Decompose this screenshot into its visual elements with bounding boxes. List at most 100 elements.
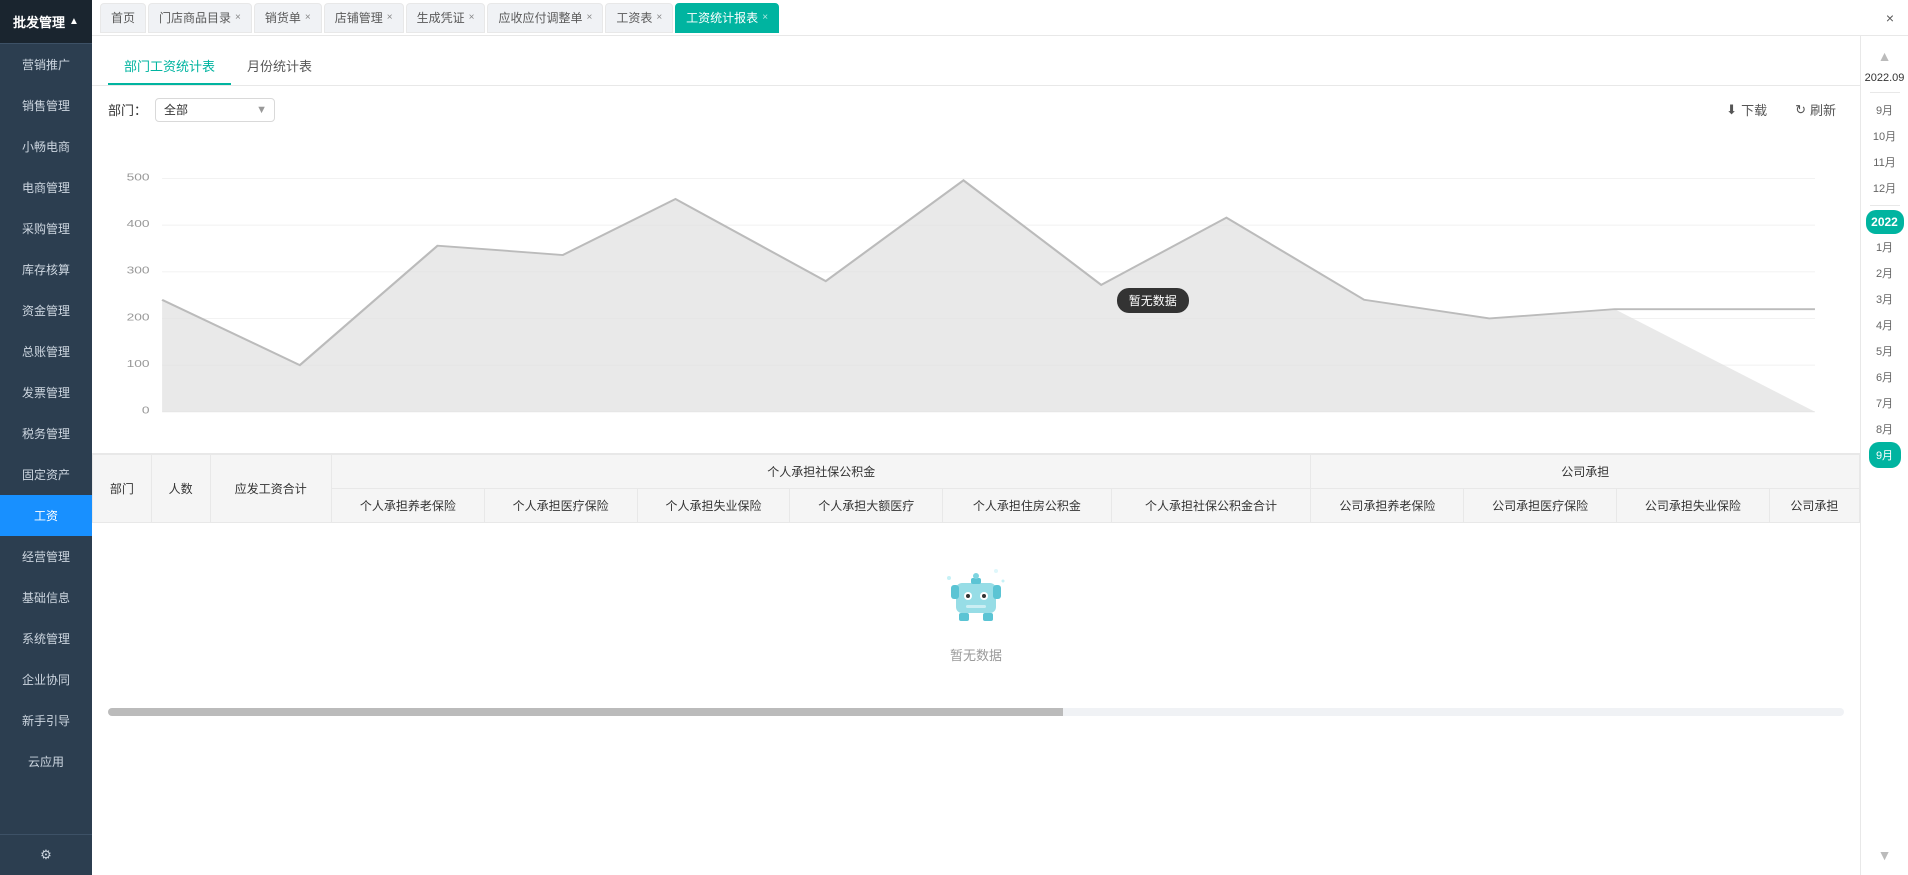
col-personal-insurance: 个人承担社保公积金	[331, 455, 1310, 489]
tabs-container: 首页门店商品目录×销货单×店铺管理×生成凭证×应收应付调整单×工资表×工资统计报…	[100, 3, 779, 33]
sidebar-item-ecommerce-small[interactable]: 小畅电商	[0, 126, 92, 167]
tab-label-sales-order: 销货单	[265, 9, 301, 26]
page-content: 部门工资统计表月份统计表 部门： 全部 ▼ ⬇ 下载	[92, 36, 1860, 875]
sidebar-item-system[interactable]: 系统管理	[0, 618, 92, 659]
sidebar-header[interactable]: 批发管理 ▲	[0, 0, 92, 44]
empty-label: 暂无数据	[950, 645, 1002, 664]
col-c-other: 公司承担	[1769, 489, 1859, 523]
svg-text:500: 500	[127, 171, 150, 183]
timeline-month-mar[interactable]: 3月	[1861, 286, 1908, 312]
timeline-divider-top	[1870, 92, 1900, 93]
tab-label-ar-ap: 应收应付调整单	[498, 9, 582, 26]
timeline-month-oct[interactable]: 10月	[1861, 123, 1908, 149]
tab-sales-order[interactable]: 销货单 ×	[254, 3, 322, 33]
toolbar-left: 部门： 全部 ▼	[108, 98, 275, 122]
sidebar-item-finance[interactable]: 资金管理	[0, 290, 92, 331]
timeline-month-jul[interactable]: 7月	[1861, 390, 1908, 416]
sidebar-footer[interactable]: ⚙	[0, 834, 92, 875]
close-all-button[interactable]: ×	[1880, 8, 1900, 28]
tab-product-catalog[interactable]: 门店商品目录×	[148, 3, 252, 33]
chart-container: 0 100 200 300 400 500	[92, 133, 1860, 453]
tab-close-ar-ap[interactable]: ×	[586, 12, 592, 23]
timeline-month-aug[interactable]: 8月	[1861, 416, 1908, 442]
tab-close-voucher[interactable]: ×	[469, 12, 475, 23]
tab-voucher[interactable]: 生成凭证×	[406, 3, 486, 33]
timeline-month-apr[interactable]: 4月	[1861, 312, 1908, 338]
refresh-button[interactable]: ↻ 刷新	[1787, 96, 1844, 123]
timeline-down-icon[interactable]: ▼	[1874, 843, 1896, 867]
sidebar-title: 批发管理	[13, 12, 65, 31]
tab-home[interactable]: 首页	[100, 3, 146, 33]
svg-text:100: 100	[127, 358, 150, 370]
timeline-month-sep-active[interactable]: 9月	[1869, 442, 1901, 468]
sidebar-item-ecommerce[interactable]: 电商管理	[0, 167, 92, 208]
dept-select-wrapper: 全部 ▼	[155, 98, 275, 122]
tab-bar-actions: ×	[1880, 8, 1900, 28]
sidebar-item-payroll[interactable]: 工资	[0, 495, 92, 536]
tab-payroll-table[interactable]: 工资表×	[605, 3, 673, 33]
sidebar-items: 营销推广销售管理小畅电商电商管理采购管理库存核算资金管理总账管理发票管理税务管理…	[0, 44, 92, 782]
timeline-month-nov[interactable]: 11月	[1861, 149, 1908, 175]
sidebar-item-guide[interactable]: 新手引导	[0, 700, 92, 741]
timeline-month-jan[interactable]: 1月	[1861, 234, 1908, 260]
sidebar-item-purchase[interactable]: 采购管理	[0, 208, 92, 249]
col-dept: 部门	[93, 455, 152, 523]
tab-label-payroll-report: 工资统计报表	[686, 9, 758, 26]
col-p-total: 个人承担社保公积金合计	[1111, 489, 1311, 523]
timeline-month-jun[interactable]: 6月	[1861, 364, 1908, 390]
svg-text:400: 400	[127, 218, 150, 230]
tab-payroll-report[interactable]: 工资统计报表 ×	[675, 3, 779, 33]
timeline-month-feb[interactable]: 2月	[1861, 260, 1908, 286]
tab-close-product-catalog[interactable]: ×	[235, 12, 241, 23]
sidebar-item-fixed-assets[interactable]: 固定资产	[0, 454, 92, 495]
data-table: 部门 人数 应发工资合计 个人承担社保公积金 公司承担 个人承担养老保险 个人承…	[92, 454, 1860, 523]
sidebar-item-sales[interactable]: 销售管理	[0, 85, 92, 126]
tab-label-store-mgmt: 店铺管理	[335, 9, 383, 26]
tab-close-store-mgmt[interactable]: ×	[387, 12, 393, 23]
col-company-insurance: 公司承担	[1311, 455, 1860, 489]
toolbar: 部门： 全部 ▼ ⬇ 下载 ↻ 刷新	[92, 86, 1860, 133]
refresh-icon: ↻	[1795, 102, 1806, 118]
download-label: 下载	[1741, 100, 1767, 119]
sidebar: 批发管理 ▲ 营销推广销售管理小畅电商电商管理采购管理库存核算资金管理总账管理发…	[0, 0, 92, 875]
timeline-up-icon[interactable]: ▲	[1874, 44, 1896, 68]
timeline-divider-mid	[1870, 205, 1900, 206]
sidebar-item-ledger[interactable]: 总账管理	[0, 331, 92, 372]
tab-store-mgmt[interactable]: 店铺管理 ×	[324, 3, 404, 33]
sidebar-item-operations[interactable]: 经营管理	[0, 536, 92, 577]
tab-bar: 首页门店商品目录×销货单×店铺管理×生成凭证×应收应付调整单×工资表×工资统计报…	[92, 0, 1908, 36]
sidebar-item-enterprise[interactable]: 企业协同	[0, 659, 92, 700]
sidebar-item-invoice[interactable]: 发票管理	[0, 372, 92, 413]
col-count: 人数	[151, 455, 210, 523]
tab-ar-ap[interactable]: 应收应付调整单 ×	[487, 3, 603, 33]
dept-label: 部门：	[108, 100, 147, 119]
tab-close-payroll-table[interactable]: ×	[656, 12, 662, 23]
svg-text:200: 200	[127, 311, 150, 323]
settings-icon[interactable]: ⚙	[40, 847, 52, 862]
no-data-tooltip: 暂无数据	[1117, 288, 1189, 313]
tab-close-payroll-report[interactable]: ×	[762, 12, 768, 23]
content-area: 部门工资统计表月份统计表 部门： 全部 ▼ ⬇ 下载	[92, 36, 1908, 875]
timeline-year-2022[interactable]: 2022	[1866, 210, 1904, 234]
tab-close-sales-order[interactable]: ×	[305, 12, 311, 23]
bottom-scrollbar[interactable]	[108, 708, 1844, 716]
tab-label-home: 首页	[111, 9, 135, 26]
download-button[interactable]: ⬇ 下载	[1718, 96, 1775, 123]
sidebar-item-cloud[interactable]: 云应用	[0, 741, 92, 782]
sidebar-item-tax[interactable]: 税务管理	[0, 413, 92, 454]
svg-text:0: 0	[142, 404, 150, 416]
sub-tab-dept-stats[interactable]: 部门工资统计表	[108, 48, 231, 85]
timeline-month-may[interactable]: 5月	[1861, 338, 1908, 364]
sidebar-item-marketing[interactable]: 营销推广	[0, 44, 92, 85]
col-p-housing-fund: 个人承担住房公积金	[943, 489, 1111, 523]
timeline-month-dec[interactable]: 12月	[1861, 175, 1908, 201]
sub-tab-bar: 部门工资统计表月份统计表	[92, 36, 1860, 86]
timeline-month-sep2022[interactable]: 9月	[1861, 97, 1908, 123]
dept-select[interactable]: 全部	[155, 98, 275, 122]
sidebar-item-inventory[interactable]: 库存核算	[0, 249, 92, 290]
toolbar-right: ⬇ 下载 ↻ 刷新	[1718, 96, 1844, 123]
empty-state: 暂无数据	[92, 523, 1860, 704]
col-c-pension: 公司承担养老保险	[1311, 489, 1464, 523]
sidebar-item-basic[interactable]: 基础信息	[0, 577, 92, 618]
sub-tab-monthly-stats[interactable]: 月份统计表	[231, 48, 328, 85]
